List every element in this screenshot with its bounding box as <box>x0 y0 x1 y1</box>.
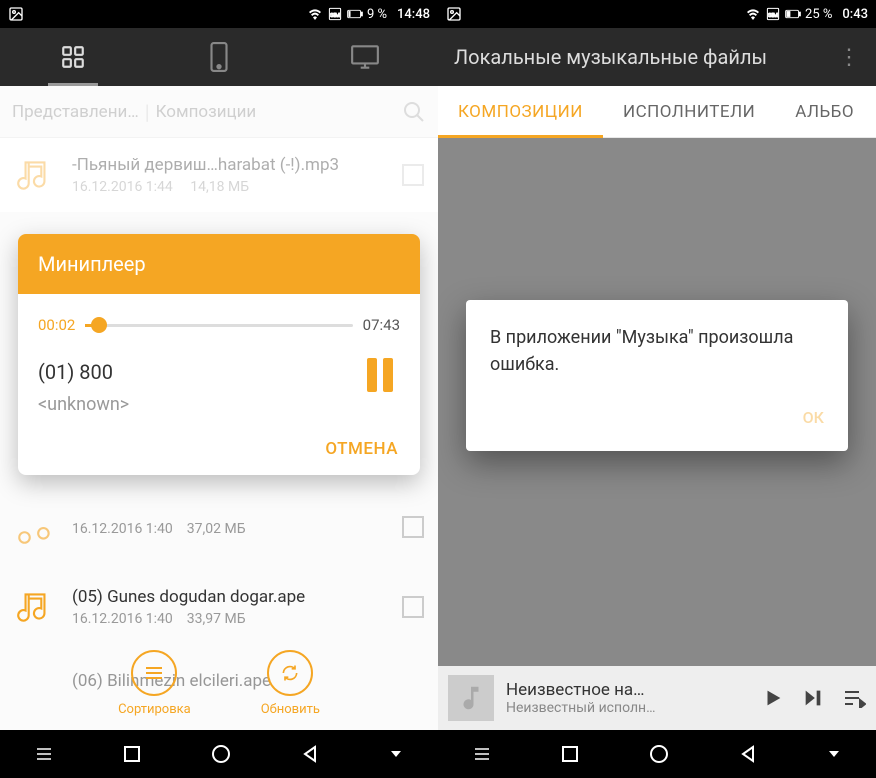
miniplayer-dialog: Миниплеер 00:02 07:43 (01) 800 <unknown> <box>18 234 420 475</box>
nav-home-icon[interactable] <box>649 744 669 764</box>
playlist-icon[interactable] <box>842 688 866 708</box>
wifi-icon <box>307 6 323 22</box>
battery-icon <box>347 6 363 22</box>
phone-left-screen: SIM 9 % 14:48 Представлени… | <box>0 0 438 778</box>
clock-text: 14:48 <box>397 7 430 22</box>
status-bar: SIM 9 % 14:48 <box>0 0 438 28</box>
total-time: 07:43 <box>363 316 400 334</box>
progress-row: 00:02 07:43 <box>38 316 400 334</box>
file-info: -Пьяный дервиш…harabat (-!).mp3 16.12.20… <box>72 155 402 195</box>
nav-menu-icon[interactable] <box>473 745 491 763</box>
phone-right-screen: SIM 25 % 0:43 Локальные музыкальные файл… <box>438 0 876 778</box>
overflow-menu-icon[interactable]: ⋮ <box>838 45 860 70</box>
track-artist: <unknown> <box>38 394 360 415</box>
refresh-icon <box>267 650 313 696</box>
status-bar: SIM 25 % 0:43 <box>438 0 876 28</box>
sim-icon: SIM <box>765 6 781 22</box>
sort-action[interactable]: Сортировка <box>118 650 191 717</box>
svg-text:SIM: SIM <box>768 13 778 19</box>
file-info: 16.12.2016 1:4037,02 МБ <box>72 517 402 537</box>
file-info: (05) Gunes dogudan dogar.ape 16.12.2016 … <box>72 587 402 627</box>
file-list: -Пьяный дервиш…harabat (-!).mp3 16.12.20… <box>0 138 438 212</box>
wifi-icon <box>745 6 761 22</box>
miniplayer-controls <box>762 687 866 709</box>
monitor-icon <box>350 44 380 70</box>
file-name: -Пьяный дервиш…harabat (-!).mp3 <box>72 155 402 175</box>
sim-icon: SIM <box>327 6 343 22</box>
top-tabs <box>0 28 438 86</box>
tab-artists[interactable]: ИСПОЛНИТЕЛИ <box>603 86 775 137</box>
tab-compositions[interactable]: КОМПОЗИЦИИ <box>438 86 603 137</box>
nav-dropdown-icon[interactable] <box>827 747 841 761</box>
breadcrumb-item-2[interactable]: Композиции <box>156 102 257 122</box>
tab-albums[interactable]: АЛЬБО <box>775 86 874 137</box>
sort-icon <box>131 650 177 696</box>
miniplayer-info: Неизвестное на… Неизвестный исполн… <box>506 680 750 716</box>
file-checkbox[interactable] <box>402 164 424 186</box>
refresh-action[interactable]: Обновить <box>261 650 320 717</box>
miniplayer-bar[interactable]: Неизвестное на… Неизвестный исполн… <box>438 666 876 730</box>
elapsed-time: 00:02 <box>38 316 75 334</box>
phone-device-icon <box>208 42 230 72</box>
battery-percent: 25 % <box>805 7 832 22</box>
miniplayer-title: Неизвестное на… <box>506 680 750 700</box>
nav-menu-icon[interactable] <box>35 745 53 763</box>
gallery-icon <box>8 6 24 22</box>
breadcrumb: Представлени… | Композиции <box>0 86 438 138</box>
nav-recents-icon[interactable] <box>123 745 141 763</box>
clock-text: 0:43 <box>842 7 868 22</box>
tab-monitor[interactable] <box>292 28 438 86</box>
music-file-icon <box>14 506 56 548</box>
breadcrumb-item-1[interactable]: Представлени… <box>12 102 139 122</box>
bottom-actions: Сортировка Обновить <box>0 636 438 730</box>
svg-text:SIM: SIM <box>330 13 340 19</box>
pause-button[interactable] <box>360 355 400 395</box>
tab-phone[interactable] <box>146 28 292 86</box>
file-checkbox[interactable] <box>402 596 424 618</box>
grid-icon <box>60 44 86 70</box>
battery-percent: 9 % <box>367 7 387 22</box>
app-toolbar: Локальные музыкальные файлы ⋮ <box>438 28 876 86</box>
album-art-icon <box>448 675 494 721</box>
file-meta: 16.12.2016 1:44 14,18 МБ <box>72 179 402 195</box>
nav-back-icon[interactable] <box>739 745 757 763</box>
file-checkbox[interactable] <box>402 516 424 538</box>
file-row[interactable]: -Пьяный дервиш…harabat (-!).mp3 16.12.20… <box>0 138 438 212</box>
search-button[interactable] <box>402 100 426 124</box>
music-file-icon <box>14 154 56 196</box>
play-icon[interactable] <box>762 687 784 709</box>
category-tabs: КОМПОЗИЦИИ ИСПОЛНИТЕЛИ АЛЬБО <box>438 86 876 138</box>
file-name: (05) Gunes dogudan dogar.ape <box>72 587 402 607</box>
nav-home-icon[interactable] <box>211 744 231 764</box>
tab-grid[interactable] <box>0 28 146 86</box>
nav-recents-icon[interactable] <box>561 745 579 763</box>
seek-slider[interactable] <box>85 324 352 327</box>
track-title: (01) 800 <box>38 360 360 384</box>
android-navbar <box>438 730 876 778</box>
ok-button[interactable]: ОК <box>803 408 824 427</box>
nav-dropdown-icon[interactable] <box>389 747 403 761</box>
file-row[interactable]: 16.12.2016 1:4037,02 МБ <box>0 496 438 570</box>
file-row[interactable]: (05) Gunes dogudan dogar.ape 16.12.2016 … <box>0 570 438 644</box>
error-message: В приложении "Музыка" произошла ошибка. <box>490 324 824 378</box>
battery-icon <box>785 6 801 22</box>
music-file-icon <box>14 586 56 628</box>
page-title: Локальные музыкальные файлы <box>454 45 838 69</box>
cancel-button[interactable]: ОТМЕНА <box>325 439 398 459</box>
miniplayer-artist: Неизвестный исполн… <box>506 700 750 716</box>
next-icon[interactable] <box>802 687 824 709</box>
error-dialog: В приложении "Музыка" произошла ошибка. … <box>466 300 848 451</box>
breadcrumb-sep: | <box>145 100 150 124</box>
nav-back-icon[interactable] <box>301 745 319 763</box>
gallery-icon <box>446 6 462 22</box>
dialog-title: Миниплеер <box>18 234 420 294</box>
android-navbar <box>0 730 438 778</box>
